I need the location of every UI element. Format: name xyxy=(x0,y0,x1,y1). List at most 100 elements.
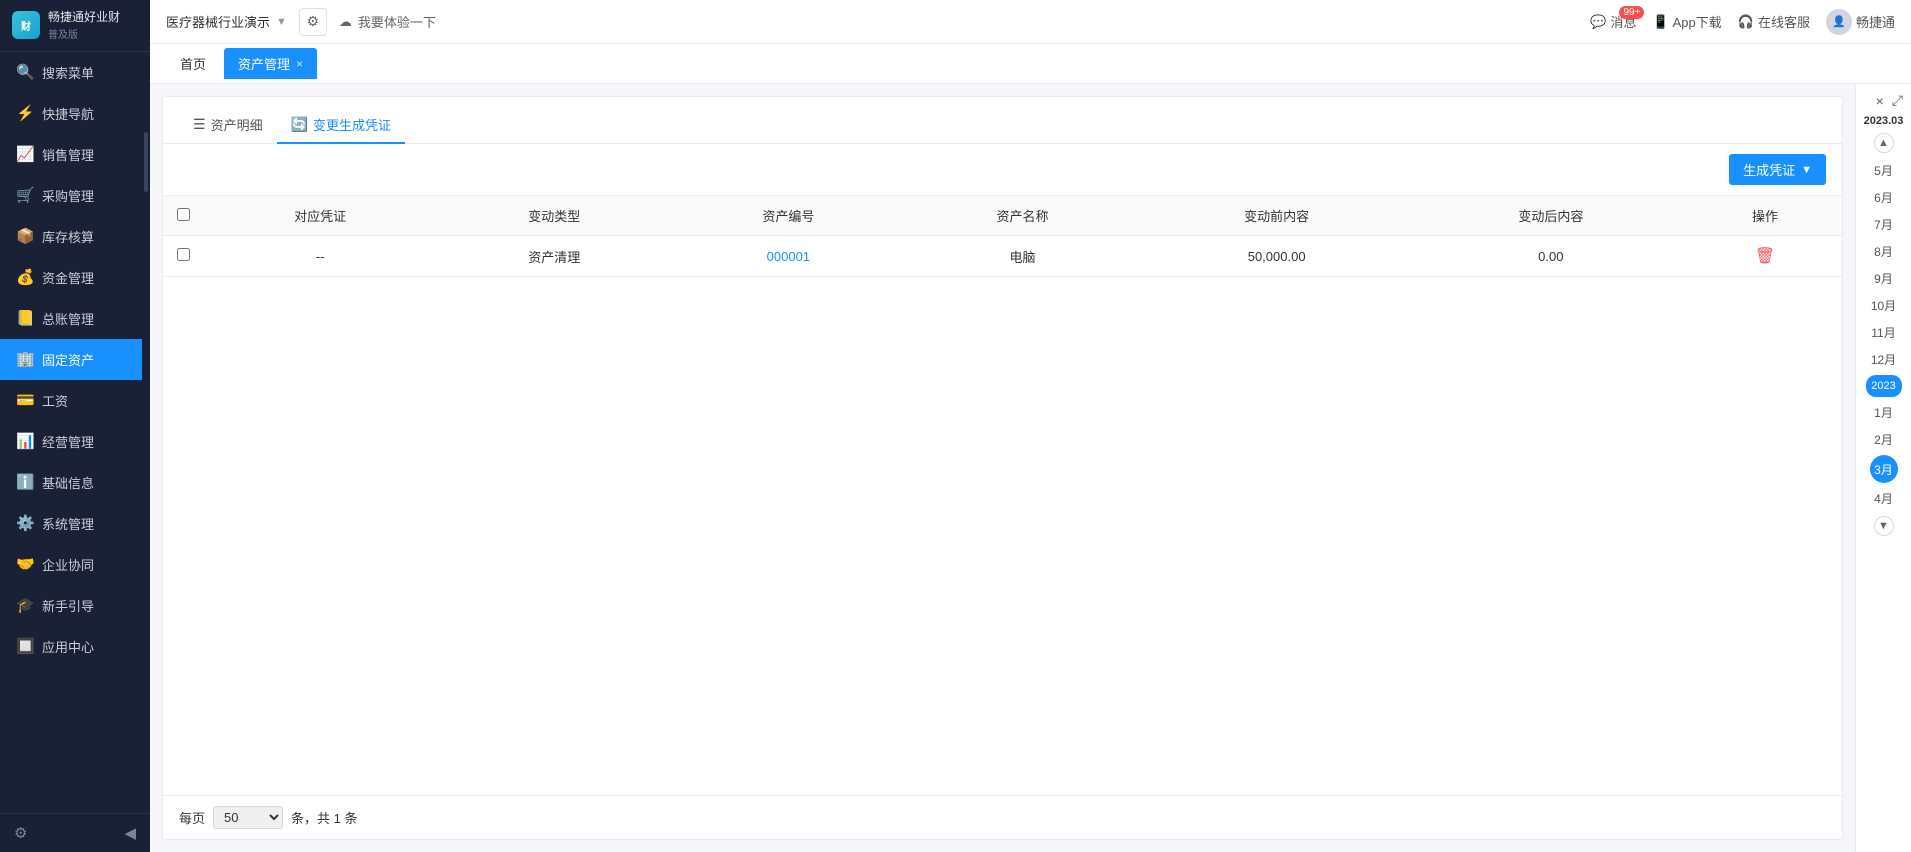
generate-voucher-button[interactable]: 生成凭证 ▼ xyxy=(1729,154,1826,185)
scroll-up-button[interactable]: ▲ xyxy=(1874,133,1894,153)
row-change-type: 资产清理 xyxy=(437,236,671,277)
month-4[interactable]: 4月 xyxy=(1856,485,1911,512)
sub-tab-asset-detail-label: 资产明细 xyxy=(211,115,263,134)
month-7[interactable]: 7月 xyxy=(1856,211,1911,238)
per-page-label: 每页 xyxy=(179,808,205,827)
sidebar-item-purchase[interactable]: 🛒 采购管理 xyxy=(0,175,142,216)
panel-expand-button[interactable]: ⤢ xyxy=(1890,90,1905,111)
sidebar-item-operations[interactable]: 📊 经营管理 xyxy=(0,421,142,462)
sub-tab-asset-detail[interactable]: ☰ 资产明细 xyxy=(179,107,277,144)
sidebar-item-search[interactable]: 🔍 搜索菜单 xyxy=(0,52,142,93)
scroll-nav-top: ▲ xyxy=(1874,129,1894,157)
select-all-checkbox[interactable] xyxy=(177,208,190,221)
sidebar-item-system[interactable]: ⚙️ 系统管理 xyxy=(0,503,142,544)
sidebar-item-guide[interactable]: 🎓 新手引导 xyxy=(0,585,142,626)
timeline-scroll: ▲ 5月 6月 7月 8月 9月 10月 11月 12月 2023 1月 2月 … xyxy=(1856,129,1911,852)
system-icon: ⚙️ xyxy=(16,514,34,532)
sidebar-item-funds[interactable]: 💰 资金管理 xyxy=(0,257,142,298)
row-asset-code: 000001 xyxy=(671,236,905,277)
table-footer: 每页 50 10 20 100 条，共 1 条 xyxy=(163,795,1842,839)
data-table: 对应凭证 变动类型 资产编号 资产名称 变动前内容 变动后内容 操作 xyxy=(163,196,1842,277)
logo-icon: 财 xyxy=(12,11,40,39)
row-checkbox[interactable] xyxy=(177,248,190,261)
panel-close-button[interactable]: × xyxy=(1874,90,1886,111)
col-asset-code: 资产编号 xyxy=(671,196,905,236)
app-center-icon: 🔲 xyxy=(16,637,34,655)
collapse-icon[interactable]: ◀ xyxy=(124,824,136,842)
experience-label: 我要体验一下 xyxy=(358,12,436,31)
purchase-icon: 🛒 xyxy=(16,186,34,204)
per-page-select[interactable]: 50 10 20 100 xyxy=(213,806,283,829)
company-name: 医疗器械行业演示 xyxy=(166,12,270,31)
sidebar-item-quick-nav[interactable]: ⚡ 快捷导航 xyxy=(0,93,142,134)
sidebar-label-ledger: 总账管理 xyxy=(42,309,94,328)
sidebar-logo: 财 畅捷通好业财 普及版 xyxy=(0,0,150,52)
sub-tab-change-voucher-label: 变更生成凭证 xyxy=(313,115,391,134)
sidebar-item-fixed-assets[interactable]: 🏢 固定资产 xyxy=(0,339,142,380)
month-8[interactable]: 8月 xyxy=(1856,238,1911,265)
row-voucher: -- xyxy=(203,236,437,277)
row-before-change: 50,000.00 xyxy=(1140,236,1414,277)
sidebar-label-basic-info: 基础信息 xyxy=(42,473,94,492)
tab-asset-management[interactable]: 资产管理 × xyxy=(224,48,317,79)
month-10[interactable]: 10月 xyxy=(1856,292,1911,319)
company-selector[interactable]: 医疗器械行业演示 ▼ xyxy=(166,12,287,31)
content-area: ☰ 资产明细 🔄 变更生成凭证 生成凭证 ▼ xyxy=(150,84,1911,852)
col-checkbox xyxy=(163,196,203,236)
experience-button[interactable]: ☁ 我要体验一下 xyxy=(339,12,436,31)
sidebar-item-enterprise[interactable]: 🤝 企业协同 xyxy=(0,544,142,585)
month-9[interactable]: 9月 xyxy=(1856,265,1911,292)
month-6[interactable]: 6月 xyxy=(1856,184,1911,211)
quicknav-icon: ⚡ xyxy=(16,104,34,122)
sidebar-label-sales: 销售管理 xyxy=(42,145,94,164)
sidebar-item-sales[interactable]: 📈 销售管理 xyxy=(0,134,142,175)
user-label: 畅捷通 xyxy=(1856,12,1895,31)
sub-tabs: ☰ 资产明细 🔄 变更生成凭证 xyxy=(163,97,1842,144)
row-asset-name: 电脑 xyxy=(905,236,1139,277)
tab-close-icon[interactable]: × xyxy=(296,57,303,71)
month-1[interactable]: 1月 xyxy=(1856,399,1911,426)
sidebar-label-purchase: 采购管理 xyxy=(42,186,94,205)
row-checkbox-cell xyxy=(163,236,203,277)
month-2[interactable]: 2月 xyxy=(1856,426,1911,453)
sub-tab-change-voucher[interactable]: 🔄 变更生成凭证 xyxy=(277,107,405,144)
user-menu[interactable]: 👤 畅捷通 xyxy=(1826,9,1895,35)
sidebar-item-salary[interactable]: 💳 工资 xyxy=(0,380,142,421)
gear-icon: ⚙ xyxy=(307,13,320,30)
logo-sub: 普及版 xyxy=(48,26,120,41)
month-5[interactable]: 5月 xyxy=(1856,157,1911,184)
generate-voucher-label: 生成凭证 xyxy=(1743,160,1795,179)
delete-row-button[interactable]: 🗑 xyxy=(1755,248,1775,265)
main-content: 医疗器械行业演示 ▼ ⚙ ☁ 我要体验一下 💬 消息 99+ 📱 App下载 🎧… xyxy=(150,0,1911,852)
tab-home[interactable]: 首页 xyxy=(166,48,220,79)
month-12[interactable]: 12月 xyxy=(1856,346,1911,373)
sidebar-label-quicknav: 快捷导航 xyxy=(42,104,94,123)
guide-icon: 🎓 xyxy=(16,596,34,614)
row-action: 🗑 xyxy=(1688,236,1842,277)
sidebar-item-ledger[interactable]: 📒 总账管理 xyxy=(0,298,142,339)
ledger-icon: 📒 xyxy=(16,309,34,327)
year-2023-marker: 2023 xyxy=(1866,375,1902,397)
settings-bottom-icon[interactable]: ⚙ xyxy=(14,824,27,842)
message-icon: 💬 xyxy=(1590,14,1606,30)
gear-button[interactable]: ⚙ xyxy=(299,8,327,36)
messages-button[interactable]: 💬 消息 99+ xyxy=(1590,12,1636,31)
online-service-button[interactable]: 🎧 在线客服 xyxy=(1738,12,1810,31)
sidebar-item-app-center[interactable]: 🔲 应用中心 xyxy=(0,626,142,667)
sidebar: 财 畅捷通好业财 普及版 🔍 搜索菜单 ⚡ 快捷导航 📈 销售管理 🛒 采购管理 xyxy=(0,0,150,852)
sidebar-label-system: 系统管理 xyxy=(42,514,94,533)
sidebar-label-search: 搜索菜单 xyxy=(42,63,94,82)
col-asset-name: 资产名称 xyxy=(905,196,1139,236)
month-3-current[interactable]: 3月 xyxy=(1870,455,1898,483)
month-11[interactable]: 11月 xyxy=(1856,319,1911,346)
app-download-button[interactable]: 📱 App下载 xyxy=(1652,12,1721,31)
sidebar-item-inventory[interactable]: 📦 库存核算 xyxy=(0,216,142,257)
scroll-down-button[interactable]: ▼ xyxy=(1874,516,1894,536)
col-before-change: 变动前内容 xyxy=(1140,196,1414,236)
sidebar-item-basic-info[interactable]: ℹ️ 基础信息 xyxy=(0,462,142,503)
salary-icon: 💳 xyxy=(16,391,34,409)
sidebar-label-app-center: 应用中心 xyxy=(42,637,94,656)
table-row: -- 资产清理 000001 电脑 50,000.00 0.00 🗑 xyxy=(163,236,1842,277)
headset-icon: 🎧 xyxy=(1738,14,1754,30)
sidebar-label-inventory: 库存核算 xyxy=(42,227,94,246)
